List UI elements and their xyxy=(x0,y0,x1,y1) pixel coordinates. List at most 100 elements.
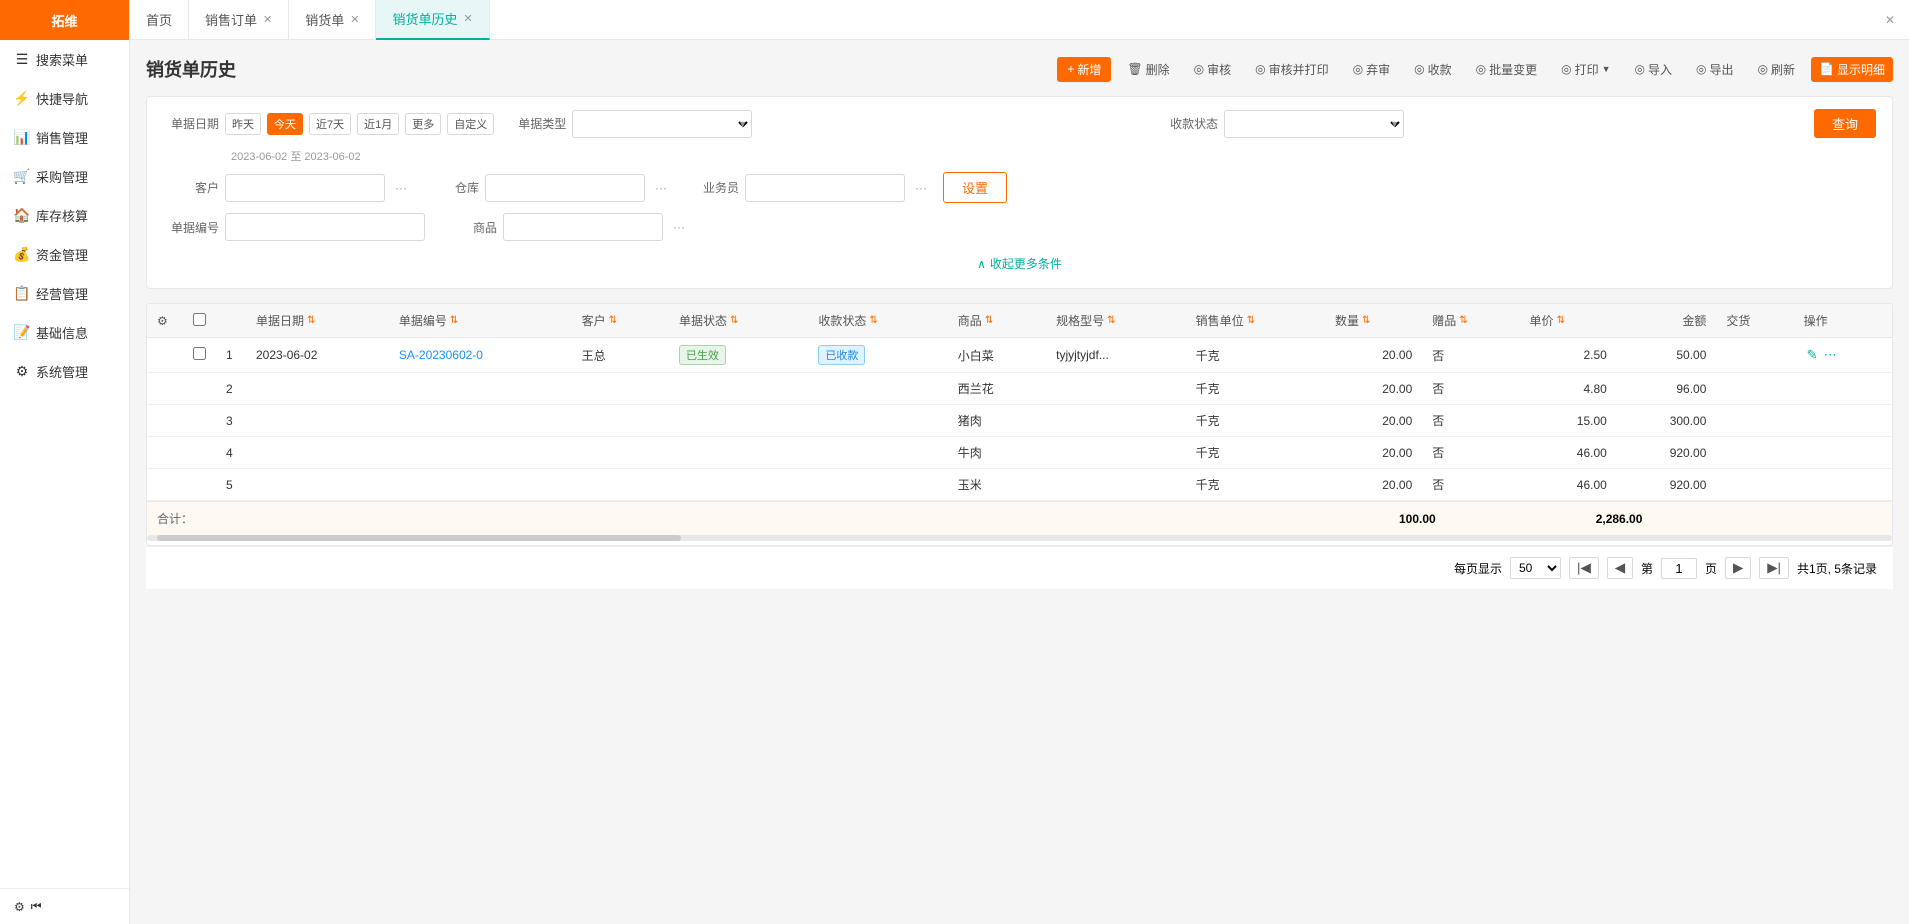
sidebar-item-quick-nav[interactable]: ⚡ 快捷导航 xyxy=(0,79,129,118)
audit-print-button[interactable]: ◎ 审核并打印 xyxy=(1247,57,1337,82)
cell-goods: 西兰花 xyxy=(948,373,1046,405)
sidebar-settings-btn[interactable]: ⚙ ⏮ xyxy=(0,889,129,924)
page-size-select[interactable]: 50 20 100 xyxy=(1510,557,1561,579)
doc-no-link[interactable]: SA-20230602-0 xyxy=(399,348,483,362)
doc-no-input[interactable] xyxy=(225,213,425,241)
select-all-checkbox[interactable] xyxy=(193,313,206,326)
cell-checkbox xyxy=(183,469,216,501)
cell-settings xyxy=(147,373,183,405)
inventory-icon: 🏠 xyxy=(14,208,30,224)
tab-close-all[interactable]: ✕ xyxy=(1871,13,1909,27)
sidebar-item-sys-mgmt[interactable]: ⚙ 系统管理 xyxy=(0,352,129,391)
audit-button[interactable]: ◎ 审核 xyxy=(1186,57,1240,82)
cell-spec xyxy=(1046,469,1185,501)
col-doc-status: 单据状态⇅ xyxy=(669,304,808,338)
batch-change-button[interactable]: ◎ 批量变更 xyxy=(1468,57,1546,82)
goods-input[interactable] xyxy=(503,213,663,241)
date-more[interactable]: 更多 xyxy=(405,113,441,135)
sort-goods-icon[interactable]: ⇅ xyxy=(985,315,993,326)
collapse-btn[interactable]: ∧ 收起更多条件 xyxy=(163,251,1876,276)
horizontal-scrollbar[interactable] xyxy=(147,535,1892,541)
warehouse-input[interactable] xyxy=(485,174,645,202)
add-button[interactable]: + 新增 xyxy=(1057,57,1111,82)
sidebar-item-finance[interactable]: 💰 资金管理 xyxy=(0,235,129,274)
tab-sales-goods-close[interactable]: ✕ xyxy=(350,13,359,26)
cell-goods: 玉米 xyxy=(948,469,1046,501)
sidebar-item-sales-mgmt[interactable]: 📊 销售管理 xyxy=(0,118,129,157)
date-range-display: 2023-06-02 至 2023-06-02 xyxy=(231,148,1876,164)
row-checkbox[interactable] xyxy=(193,347,206,360)
date-custom[interactable]: 自定义 xyxy=(447,113,494,135)
tab-bar: 首页 销售订单 ✕ 销货单 ✕ 销货单历史 ✕ ✕ xyxy=(130,0,1909,40)
delete-button[interactable]: 🗑 删除 xyxy=(1119,57,1177,82)
cell-payment-status xyxy=(808,437,947,469)
import-button[interactable]: ◎ 导入 xyxy=(1627,57,1681,82)
cell-doc-no xyxy=(389,469,572,501)
sort-payment-status-icon[interactable]: ⇅ xyxy=(869,315,877,326)
sidebar-item-ops-mgmt[interactable]: 📋 经营管理 xyxy=(0,274,129,313)
sort-quantity-icon[interactable]: ⇅ xyxy=(1362,315,1370,326)
sidebar-item-search-menu[interactable]: ☰ 搜索菜单 xyxy=(0,40,129,79)
first-page-btn[interactable]: |◀ xyxy=(1569,557,1599,579)
next-page-btn[interactable]: ▶ xyxy=(1725,557,1751,579)
settings-button[interactable]: 设置 xyxy=(943,172,1007,203)
customer-input[interactable] xyxy=(225,174,385,202)
sidebar-item-basic-info[interactable]: 📝 基础信息 xyxy=(0,313,129,352)
sort-doc-status-icon[interactable]: ⇅ xyxy=(730,315,738,326)
current-page-input[interactable] xyxy=(1661,558,1697,579)
edit-op-btn[interactable]: ✎ xyxy=(1804,347,1821,362)
date-7days[interactable]: 近7天 xyxy=(309,113,351,135)
show-detail-button[interactable]: 📄 显示明细 xyxy=(1811,57,1893,82)
sort-unit-icon[interactable]: ⇅ xyxy=(1247,315,1255,326)
col-settings-icon[interactable]: ⚙ xyxy=(157,314,168,328)
sort-spec-icon[interactable]: ⇅ xyxy=(1107,315,1115,326)
salesperson-input[interactable] xyxy=(745,174,905,202)
sort-doc-no-icon[interactable]: ⇅ xyxy=(450,315,458,326)
sort-unit-price-icon[interactable]: ⇅ xyxy=(1557,315,1565,326)
print-button[interactable]: ◎ 打印 ▼ xyxy=(1553,57,1618,82)
payment-status-select[interactable] xyxy=(1224,110,1404,138)
tab-sales-order[interactable]: 销售订单 ✕ xyxy=(189,0,289,40)
cell-row-num: 3 xyxy=(216,405,246,437)
sidebar-item-inventory[interactable]: 🏠 库存核算 xyxy=(0,196,129,235)
table-container: ⚙ 单据日期⇅ 单据编号⇅ 客户⇅ xyxy=(146,303,1893,546)
content-area: 销货单历史 + 新增 🗑 删除 ◎ 审核 ◎ 审核并打印 xyxy=(130,40,1909,924)
sidebar-item-purchase-mgmt[interactable]: 🛒 采购管理 xyxy=(0,157,129,196)
tab-sales-goods[interactable]: 销货单 ✕ xyxy=(289,0,376,40)
tab-sales-history[interactable]: 销货单历史 ✕ xyxy=(376,0,489,40)
cell-unit-price: 4.80 xyxy=(1520,373,1617,405)
tab-sales-history-close[interactable]: ✕ xyxy=(464,12,473,25)
sort-doc-date-icon[interactable]: ⇅ xyxy=(307,315,315,326)
salesperson-dots[interactable]: ··· xyxy=(915,181,927,195)
scrollbar-thumb[interactable] xyxy=(157,535,681,541)
date-yesterday[interactable]: 昨天 xyxy=(225,113,261,135)
date-today[interactable]: 今天 xyxy=(267,113,303,135)
cell-doc-no: SA-20230602-0 xyxy=(389,338,572,373)
more-op-btn[interactable]: ⋯ xyxy=(1821,347,1840,362)
cell-payment-status xyxy=(808,405,947,437)
import-icon: ◎ xyxy=(1635,62,1645,76)
table-row: 2 西兰花 千克 20.00 否 4.80 96.00 xyxy=(147,373,1892,405)
last-page-btn[interactable]: ▶| xyxy=(1759,557,1789,579)
cell-doc-status: 已生效 xyxy=(669,338,808,373)
cell-amount: 920.00 xyxy=(1617,469,1717,501)
receive-button[interactable]: ◎ 收款 xyxy=(1406,57,1460,82)
filter-salesperson: 业务员 ··· xyxy=(683,174,927,202)
abandon-button[interactable]: ◎ 弃审 xyxy=(1345,57,1399,82)
date-1month[interactable]: 近1月 xyxy=(357,113,399,135)
query-button[interactable]: 查询 xyxy=(1814,109,1876,138)
col-customer: 客户⇅ xyxy=(572,304,669,338)
show-detail-icon: 📄 xyxy=(1819,62,1834,76)
customer-dots[interactable]: ··· xyxy=(395,181,407,195)
export-button[interactable]: ◎ 导出 xyxy=(1688,57,1742,82)
prev-page-btn[interactable]: ◀ xyxy=(1607,557,1633,579)
warehouse-dots[interactable]: ··· xyxy=(655,181,667,195)
cell-spec: tyjyjtyjdf... xyxy=(1046,338,1185,373)
doc-type-select[interactable] xyxy=(572,110,752,138)
tab-home[interactable]: 首页 xyxy=(130,0,189,40)
goods-dots[interactable]: ··· xyxy=(673,220,685,234)
sort-customer-icon[interactable]: ⇅ xyxy=(609,315,617,326)
sort-gift-icon[interactable]: ⇅ xyxy=(1459,315,1467,326)
refresh-button[interactable]: ◎ 刷新 xyxy=(1750,57,1804,82)
tab-sales-order-close[interactable]: ✕ xyxy=(263,13,272,26)
